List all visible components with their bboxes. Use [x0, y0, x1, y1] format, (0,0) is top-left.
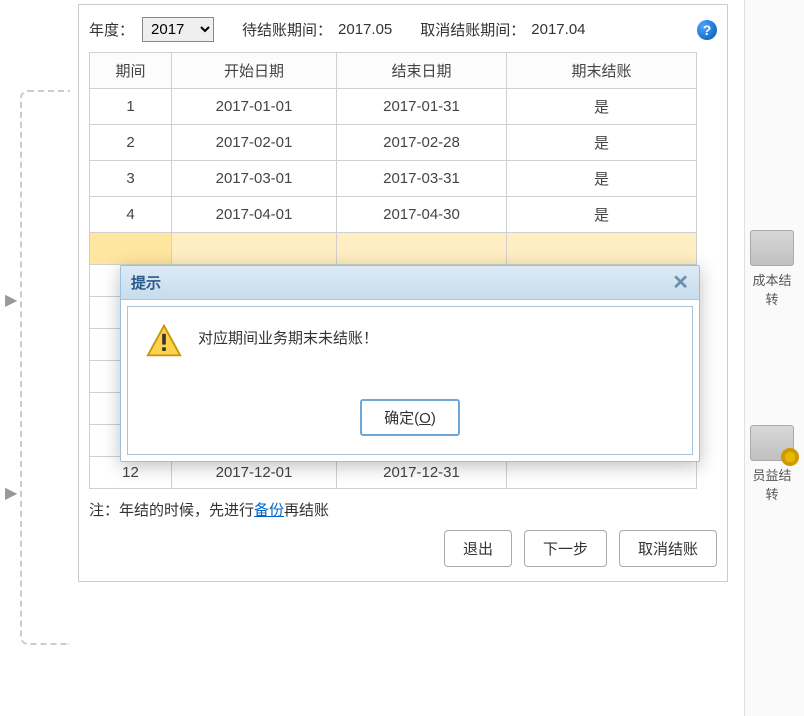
footnote: 注：年结的时候，先进行备份再结账 [89, 499, 717, 520]
cell-closed [507, 233, 697, 265]
chevron-right-icon: ▶ [5, 290, 17, 310]
cancel-closing-button[interactable]: 取消结账 [619, 530, 717, 567]
col-closed: 期末结账 [507, 53, 697, 89]
year-label: 年度： [89, 19, 134, 40]
dialog-title-text: 提示 [131, 272, 161, 293]
exit-button[interactable]: 退出 [444, 530, 512, 567]
cell-period: 2 [90, 125, 172, 161]
table-row[interactable]: 22017-02-012017-02-28是 [90, 125, 697, 161]
widget-label: 成本结 [748, 270, 796, 289]
col-start: 开始日期 [172, 53, 337, 89]
dialog-message: 对应期间业务期末未结账！ [198, 323, 378, 348]
col-end: 结束日期 [337, 53, 507, 89]
year-select[interactable]: 2017 [142, 17, 214, 42]
info-row: 年度： 2017 待结账期间： 2017.05 取消结账期间： 2017.04 … [89, 17, 717, 42]
dialog-titlebar: 提示 ✕ [121, 266, 699, 300]
cell-end: 2017-02-28 [337, 125, 507, 161]
table-header-row: 期间 开始日期 结束日期 期末结账 [90, 53, 697, 89]
widget-label: 员益结 [748, 465, 796, 484]
cell-end [337, 233, 507, 265]
cell-period: 1 [90, 89, 172, 125]
cell-start: 2017-04-01 [172, 197, 337, 233]
cell-closed: 是 [507, 161, 697, 197]
widget-label: 转 [748, 289, 796, 308]
cost-carryover-widget[interactable]: 成本结 转 [748, 230, 796, 308]
cell-period: 4 [90, 197, 172, 233]
dialog-body: 对应期间业务期末未结账！ 确定(O) [127, 306, 693, 455]
warning-icon [146, 323, 182, 359]
table-row[interactable]: 12017-01-012017-01-31是 [90, 89, 697, 125]
widget-label: 转 [748, 484, 796, 503]
note-suffix: 再结账 [284, 502, 329, 519]
backup-link[interactable]: 备份 [254, 502, 284, 519]
cell-start [172, 233, 337, 265]
button-row: 退出 下一步 取消结账 [89, 530, 717, 567]
pending-period-value: 2017.05 [338, 21, 392, 38]
help-icon[interactable]: ? [697, 20, 717, 40]
cancel-period-value: 2017.04 [531, 21, 585, 38]
cell-start: 2017-01-01 [172, 89, 337, 125]
next-button[interactable]: 下一步 [524, 530, 607, 567]
cell-period: 3 [90, 161, 172, 197]
cell-end: 2017-01-31 [337, 89, 507, 125]
cell-start: 2017-03-01 [172, 161, 337, 197]
cell-end: 2017-03-31 [337, 161, 507, 197]
ok-button[interactable]: 确定(O) [360, 399, 460, 436]
cell-start: 2017-02-01 [172, 125, 337, 161]
cancel-period-label: 取消结账期间： [420, 19, 525, 40]
table-row[interactable]: 32017-03-012017-03-31是 [90, 161, 697, 197]
chevron-right-icon: ▶ [5, 483, 17, 503]
close-icon[interactable]: ✕ [672, 273, 689, 293]
cell-period [90, 233, 172, 265]
cell-closed: 是 [507, 125, 697, 161]
cell-end: 2017-04-30 [337, 197, 507, 233]
table-row[interactable]: 42017-04-012017-04-30是 [90, 197, 697, 233]
note-prefix: 注：年结的时候，先进行 [89, 502, 254, 519]
document-icon [750, 230, 794, 266]
right-sidebar: 成本结 转 员益结 转 [744, 0, 804, 716]
pending-period-label: 待结账期间： [242, 19, 332, 40]
alert-dialog: 提示 ✕ 对应期间业务期末未结账！ 确定(O) [120, 265, 700, 462]
cell-closed: 是 [507, 89, 697, 125]
workflow-frame [20, 90, 70, 645]
table-row[interactable] [90, 233, 697, 265]
col-period: 期间 [90, 53, 172, 89]
document-gear-icon [750, 425, 794, 461]
cell-closed: 是 [507, 197, 697, 233]
profit-carryover-widget[interactable]: 员益结 转 [748, 425, 796, 503]
